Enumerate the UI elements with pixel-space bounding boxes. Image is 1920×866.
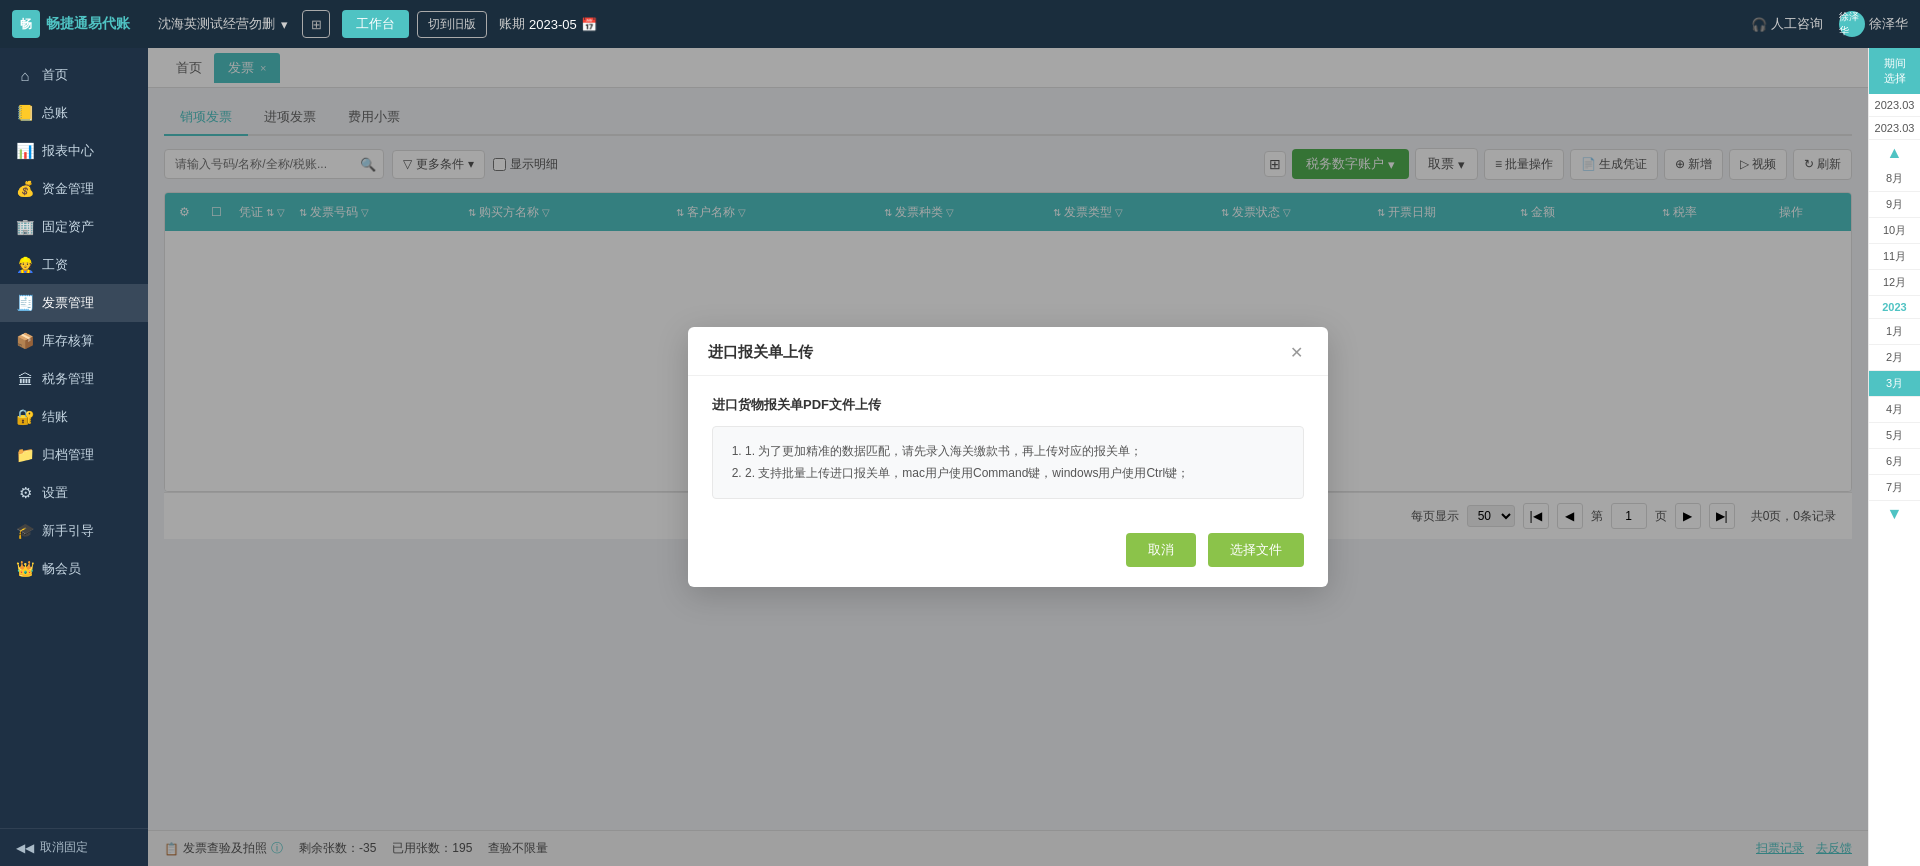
period-item-2023-03-1[interactable]: 2023.03 [1869,94,1920,117]
sidebar-item-ledger[interactable]: 📒 总账 [0,94,148,132]
dialog-select-file-btn[interactable]: 选择文件 [1208,533,1304,567]
dialog-header: 进口报关单上传 ✕ [688,327,1328,376]
guide-icon: 🎓 [16,522,34,540]
logo-icon: 畅 [12,10,40,38]
chevron-up-icon: ▲ [1887,144,1903,161]
workspace-btn[interactable]: 工作台 [342,10,409,38]
company-selector[interactable]: 沈海英测试经营勿删 ▾ [150,11,296,37]
user-menu[interactable]: 徐泽华 徐泽华 [1839,11,1908,37]
dialog-section-title: 进口货物报关单PDF文件上传 [712,396,1304,414]
company-icon-btn[interactable]: ⊞ [302,10,330,38]
top-bar-right: 🎧 人工咨询 徐泽华 徐泽华 [1751,11,1908,37]
sidebar-item-member[interactable]: 👑 畅会员 [0,550,148,588]
sidebar-item-home[interactable]: ⌂ 首页 [0,56,148,94]
tax-icon: 🏛 [16,370,34,388]
ledger-icon: 📒 [16,104,34,122]
modal-overlay[interactable]: 进口报关单上传 ✕ 进口货物报关单PDF文件上传 1. 为了更加精准的数据匹配，… [148,48,1868,866]
sidebar-item-settings[interactable]: ⚙ 设置 [0,474,148,512]
sidebar-item-tax[interactable]: 🏛 税务管理 [0,360,148,398]
sidebar-item-invoices[interactable]: 🧾 发票管理 [0,284,148,322]
archive-icon: 📁 [16,446,34,464]
period-item-11[interactable]: 11月 [1869,244,1920,270]
dialog-info-box: 1. 为了更加精准的数据匹配，请先录入海关缴款书，再上传对应的报关单； 2. 支… [712,426,1304,499]
sidebar-item-assets[interactable]: 🏢 固定资产 [0,208,148,246]
period-item-6[interactable]: 6月 [1869,449,1920,475]
info-item-1: 1. 为了更加精准的数据匹配，请先录入海关缴款书，再上传对应的报关单； [745,441,1287,463]
period-display: 账期 2023-05 📅 [499,15,597,33]
period-item-9[interactable]: 9月 [1869,192,1920,218]
period-item-2[interactable]: 2月 [1869,345,1920,371]
close-accounts-icon: 🔐 [16,408,34,426]
sidebar-item-guide[interactable]: 🎓 新手引导 [0,512,148,550]
top-bar: 畅 畅捷通易代账 沈海英测试经营勿删 ▾ ⊞ 工作台 切到旧版 账期 2023-… [0,0,1920,48]
home-icon: ⌂ [16,66,34,84]
dialog-title: 进口报关单上传 [708,343,813,362]
invoices-icon: 🧾 [16,294,34,312]
period-expand-up[interactable]: ▲ [1869,140,1920,166]
sidebar-item-archive[interactable]: 📁 归档管理 [0,436,148,474]
period-item-1[interactable]: 1月 [1869,319,1920,345]
finance-icon: 💰 [16,180,34,198]
chevron-down-icon: ▼ [1887,505,1903,522]
sidebar: ⌂ 首页 📒 总账 📊 报表中心 💰 资金管理 🏢 固定资产 👷 工资 🧾 发票… [0,48,148,866]
switch-old-btn[interactable]: 切到旧版 [417,11,487,38]
period-item-2023-03-2[interactable]: 2023.03 [1869,117,1920,140]
avatar: 徐泽华 [1839,11,1865,37]
chevron-down-icon: ▾ [281,17,288,32]
payroll-icon: 👷 [16,256,34,274]
headset-icon: 🎧 [1751,17,1767,32]
sidebar-item-finance[interactable]: 💰 资金管理 [0,170,148,208]
assets-icon: 🏢 [16,218,34,236]
pin-icon: ◀◀ [16,841,34,855]
period-expand-down[interactable]: ▼ [1869,501,1920,527]
dialog-close-btn[interactable]: ✕ [1284,341,1308,365]
upload-dialog: 进口报关单上传 ✕ 进口货物报关单PDF文件上传 1. 为了更加精准的数据匹配，… [688,327,1328,587]
reports-icon: 📊 [16,142,34,160]
sidebar-item-inventory[interactable]: 📦 库存核算 [0,322,148,360]
main-layout: ⌂ 首页 📒 总账 📊 报表中心 💰 资金管理 🏢 固定资产 👷 工资 🧾 发票… [0,48,1920,866]
dialog-cancel-btn[interactable]: 取消 [1126,533,1196,567]
sidebar-item-close[interactable]: 🔐 结账 [0,398,148,436]
unpin-btn[interactable]: ◀◀ 取消固定 [0,828,148,866]
app-logo: 畅 畅捷通易代账 [12,10,130,38]
content-area: 首页 发票 × 销项发票 进项发票 费用小票 🔍 [148,48,1868,866]
dialog-body: 进口货物报关单PDF文件上传 1. 为了更加精准的数据匹配，请先录入海关缴款书，… [688,376,1328,519]
period-toggle-btn[interactable]: 期间选择 [1869,48,1920,94]
period-side-panel: 期间选择 2023.03 2023.03 ▲ 8月 9月 10月 11月 12月… [1868,48,1920,866]
member-icon: 👑 [16,560,34,578]
calendar-icon[interactable]: 📅 [581,17,597,32]
period-item-4[interactable]: 4月 [1869,397,1920,423]
sidebar-item-payroll[interactable]: 👷 工资 [0,246,148,284]
period-item-3[interactable]: 3月 [1869,371,1920,397]
period-item-year-2023[interactable]: 2023 [1869,296,1920,319]
period-item-5[interactable]: 5月 [1869,423,1920,449]
period-item-7[interactable]: 7月 [1869,475,1920,501]
dialog-footer: 取消 选择文件 [688,519,1328,587]
period-item-8[interactable]: 8月 [1869,166,1920,192]
settings-icon: ⚙ [16,484,34,502]
period-item-10[interactable]: 10月 [1869,218,1920,244]
info-item-2: 2. 支持批量上传进口报关单，mac用户使用Command键，windows用户… [745,463,1287,485]
sidebar-item-reports[interactable]: 📊 报表中心 [0,132,148,170]
inventory-icon: 📦 [16,332,34,350]
service-btn[interactable]: 🎧 人工咨询 [1751,15,1823,33]
period-item-12[interactable]: 12月 [1869,270,1920,296]
